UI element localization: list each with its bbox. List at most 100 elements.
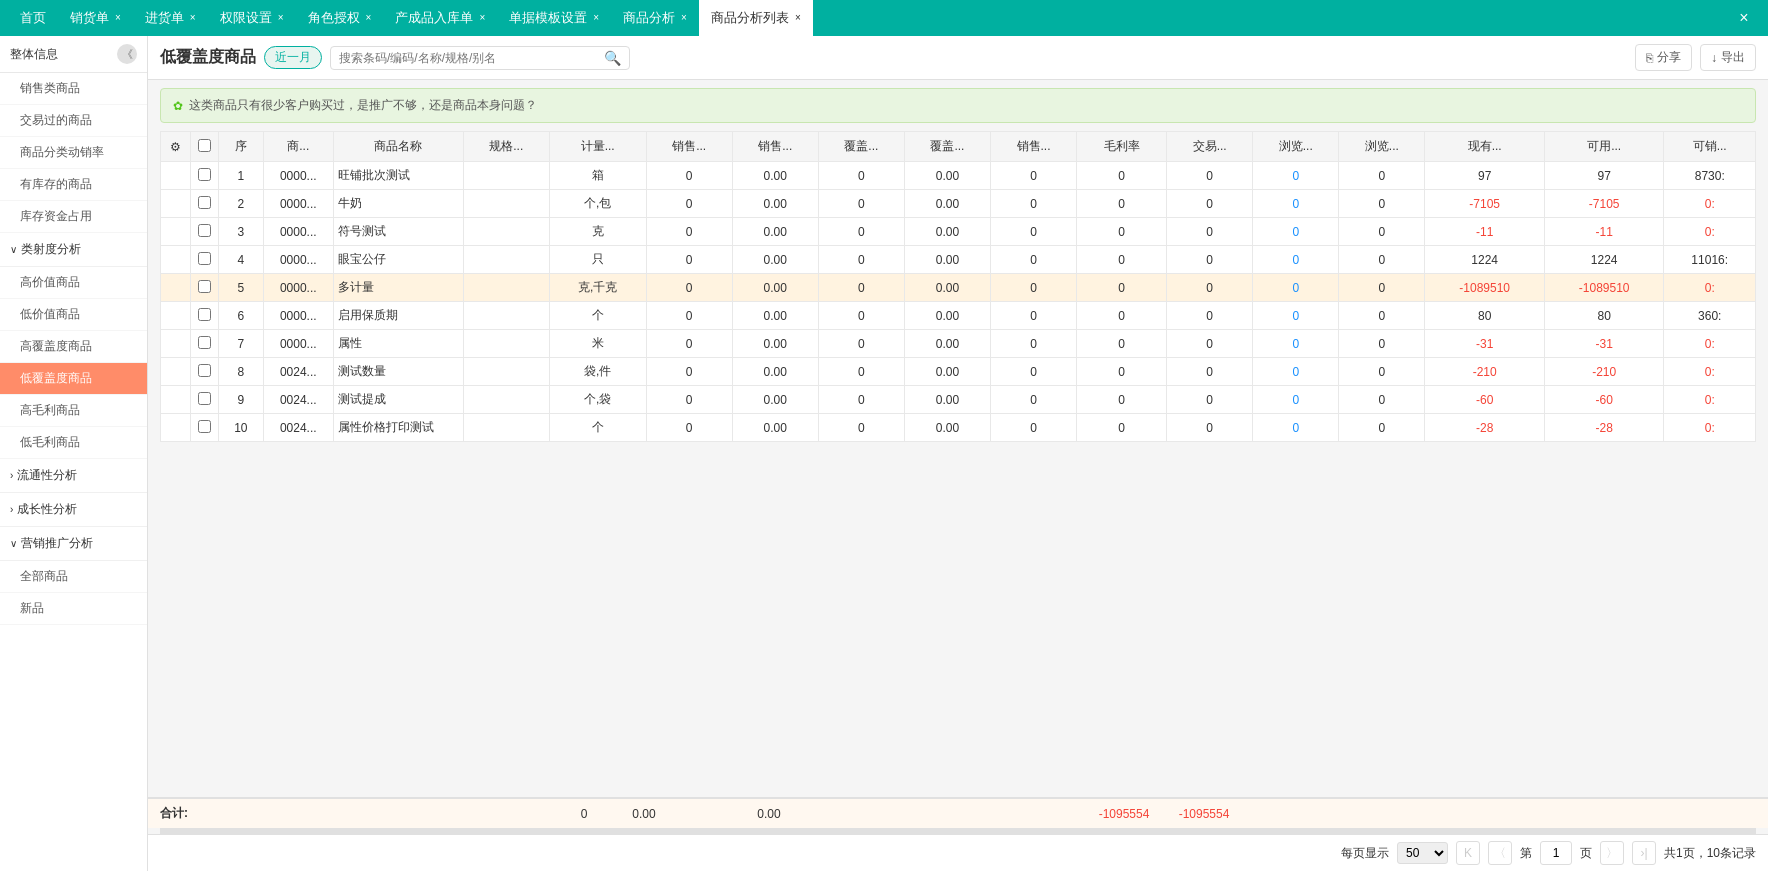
sidebar-item-high-coverage[interactable]: 高覆盖度商品	[0, 331, 147, 363]
sidebar-section-marketing[interactable]: ∨ 营销推广分析	[0, 527, 147, 561]
col-code-header[interactable]: 商...	[263, 132, 333, 162]
sidebar-item-low-margin[interactable]: 低毛利商品	[0, 427, 147, 459]
select-all-checkbox[interactable]	[198, 139, 211, 152]
col-trade-header[interactable]: 交易...	[1167, 132, 1253, 162]
sidebar-item-low-value[interactable]: 低价值商品	[0, 299, 147, 331]
sidebar-item-category-rate[interactable]: 商品分类动销率	[0, 137, 147, 169]
nav-role-close[interactable]: ×	[366, 0, 372, 36]
name-cell: 牛奶	[333, 190, 463, 218]
sidebar-item-new-goods[interactable]: 新品	[0, 593, 147, 625]
b2-cell: 0	[1339, 190, 1425, 218]
next-page-btn[interactable]: 〉	[1600, 841, 1624, 865]
sellable-cell: 0:	[1664, 414, 1756, 442]
last-page-btn[interactable]: ›|	[1632, 841, 1656, 865]
sidebar-item-sales-goods[interactable]: 销售类商品	[0, 73, 147, 105]
col-spec-header[interactable]: 规格...	[463, 132, 549, 162]
export-btn[interactable]: ↓ 导出	[1700, 44, 1756, 71]
margin-cell: 0	[1077, 358, 1167, 386]
seq-cell: 7	[219, 330, 264, 358]
settings-cell	[161, 330, 191, 358]
sidebar-item-traded-goods[interactable]: 交易过的商品	[0, 105, 147, 137]
spec-cell	[463, 218, 549, 246]
col-sales1-header[interactable]: 销售...	[646, 132, 732, 162]
nav-permission-close[interactable]: ×	[278, 0, 284, 36]
nav-permission[interactable]: 权限设置 ×	[208, 0, 296, 36]
col-sales3-header[interactable]: 销售...	[990, 132, 1076, 162]
sidebar-section-class[interactable]: ∨ 类射度分析	[0, 233, 147, 267]
nav-sales-close[interactable]: ×	[115, 0, 121, 36]
nav-purchase[interactable]: 进货单 ×	[133, 0, 208, 36]
sidebar-section-flow[interactable]: › 流通性分析	[0, 459, 147, 493]
unit-cell: 个	[549, 414, 646, 442]
nav-analysis[interactable]: 商品分析 ×	[611, 0, 699, 36]
current-cell: -7105	[1425, 190, 1545, 218]
code-cell: 0024...	[263, 414, 333, 442]
share-btn[interactable]: ⎘ 分享	[1635, 44, 1692, 71]
col-browse1-header[interactable]: 浏览...	[1253, 132, 1339, 162]
col-sellable-header[interactable]: 可销...	[1664, 132, 1756, 162]
s3-cell: 0	[990, 274, 1076, 302]
nav-purchase-close[interactable]: ×	[190, 0, 196, 36]
col-available-header[interactable]: 可用...	[1544, 132, 1664, 162]
col-current-header[interactable]: 现有...	[1425, 132, 1545, 162]
check-cell	[191, 358, 219, 386]
table-wrapper[interactable]: ⚙ 序 商... 商品名称 规格... 计量... 销售... 销售... 覆盖…	[160, 131, 1756, 797]
b1-cell: 0	[1253, 386, 1339, 414]
nav-template[interactable]: 单据模板设置 ×	[497, 0, 611, 36]
sidebar-item-high-value[interactable]: 高价值商品	[0, 267, 147, 299]
check-cell	[191, 162, 219, 190]
sidebar-collapse-btn[interactable]: 《	[117, 44, 137, 64]
first-page-btn[interactable]: K	[1456, 841, 1480, 865]
sidebar-item-low-coverage[interactable]: 低覆盖度商品	[0, 363, 147, 395]
col-seq-header: 序	[219, 132, 264, 162]
page-size-select[interactable]: 50 100 200	[1397, 842, 1448, 864]
nav-home[interactable]: 首页	[8, 0, 58, 36]
col-cover2-header[interactable]: 覆盖...	[904, 132, 990, 162]
seq-cell: 8	[219, 358, 264, 386]
current-cell: 1224	[1425, 246, 1545, 274]
date-filter-btn[interactable]: 近一月	[264, 46, 322, 69]
available-cell: 97	[1544, 162, 1664, 190]
col-name-header[interactable]: 商品名称	[333, 132, 463, 162]
code-cell: 0000...	[263, 162, 333, 190]
nav-analysis-list[interactable]: 商品分析列表 ×	[699, 0, 813, 36]
col-browse2-header[interactable]: 浏览...	[1339, 132, 1425, 162]
nav-analysis-close[interactable]: ×	[681, 0, 687, 36]
nav-product-in[interactable]: 产成品入库单 ×	[383, 0, 497, 36]
s2-cell: 0.00	[732, 386, 818, 414]
nav-product-in-close[interactable]: ×	[479, 0, 485, 36]
s1-cell: 0	[646, 414, 732, 442]
col-cover1-header[interactable]: 覆盖...	[818, 132, 904, 162]
search-input[interactable]	[339, 51, 604, 65]
page-input[interactable]	[1540, 841, 1572, 865]
sidebar-item-high-margin[interactable]: 高毛利商品	[0, 395, 147, 427]
export-icon: ↓	[1711, 51, 1717, 65]
nav-sales[interactable]: 销货单 ×	[58, 0, 133, 36]
sidebar-section-growth[interactable]: › 成长性分析	[0, 493, 147, 527]
name-cell: 属性	[333, 330, 463, 358]
info-icon: ✿	[173, 99, 183, 113]
name-cell: 属性价格打印测试	[333, 414, 463, 442]
col-check-header[interactable]	[191, 132, 219, 162]
col-settings-header[interactable]: ⚙	[161, 132, 191, 162]
spec-cell	[463, 274, 549, 302]
sidebar-item-stock-capital[interactable]: 库存资金占用	[0, 201, 147, 233]
sidebar-header: 整体信息 《	[0, 36, 147, 73]
col-margin-header[interactable]: 毛利率	[1077, 132, 1167, 162]
b2-cell: 0	[1339, 302, 1425, 330]
window-close-btn[interactable]: ×	[1728, 0, 1760, 36]
s1-cell: 0	[646, 218, 732, 246]
nav-role[interactable]: 角色授权 ×	[296, 0, 384, 36]
spec-cell	[463, 246, 549, 274]
nav-home-label: 首页	[20, 0, 46, 36]
unit-cell: 箱	[549, 162, 646, 190]
s1-cell: 0	[646, 190, 732, 218]
sidebar-item-all-goods[interactable]: 全部商品	[0, 561, 147, 593]
nav-template-close[interactable]: ×	[593, 0, 599, 36]
sidebar-item-stock-goods[interactable]: 有库存的商品	[0, 169, 147, 201]
col-unit-header[interactable]: 计量...	[549, 132, 646, 162]
nav-analysis-list-close[interactable]: ×	[795, 0, 801, 36]
col-sales2-header[interactable]: 销售...	[732, 132, 818, 162]
prev-page-btn[interactable]: 〈	[1488, 841, 1512, 865]
s1-cell: 0	[646, 162, 732, 190]
